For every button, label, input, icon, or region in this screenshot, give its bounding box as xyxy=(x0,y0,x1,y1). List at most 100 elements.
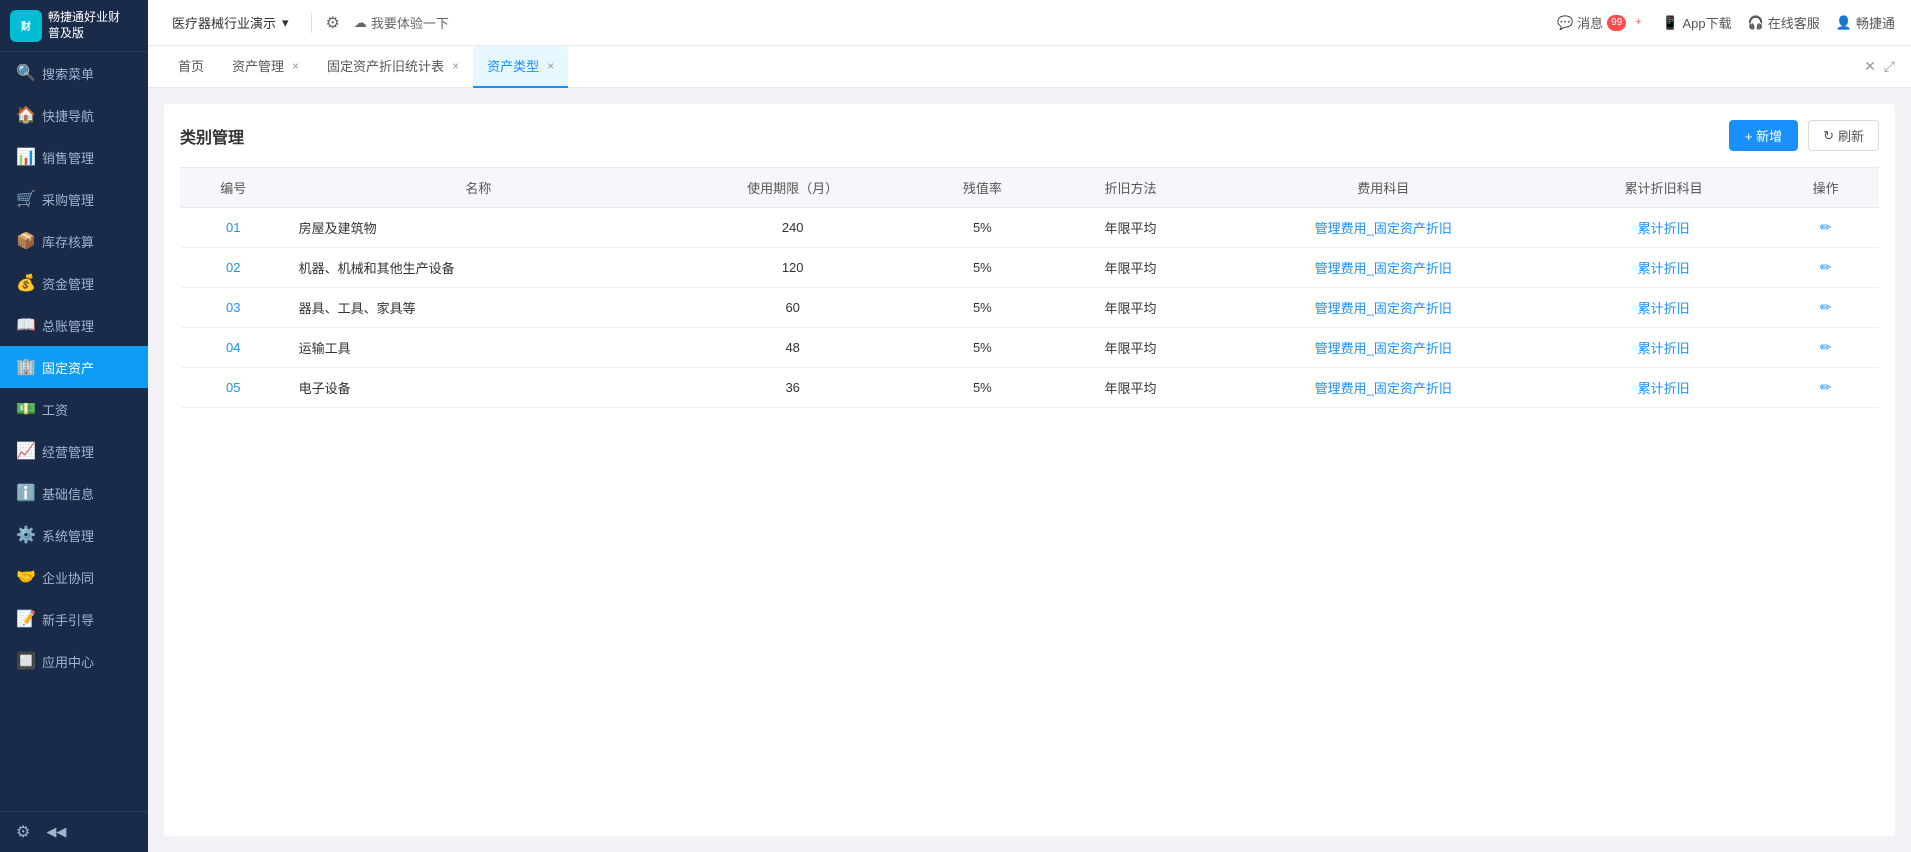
sidebar-item-system[interactable]: ⚙️系统管理 xyxy=(0,514,148,556)
messages-badge: 99 xyxy=(1607,15,1626,31)
messages-label: 消息 xyxy=(1577,13,1603,32)
cell-accumulated-1: 累计折旧 xyxy=(1555,248,1772,288)
topbar-gear-icon[interactable]: ⚙ xyxy=(326,13,340,33)
table-header: 编号名称使用期限（月）残值率折旧方法费用科目累计折旧科目操作 xyxy=(180,168,1879,208)
module-selector[interactable]: 医疗器械行业演示 ▾ xyxy=(164,9,297,36)
tabs-right-actions: ✕ ⤢ xyxy=(1864,58,1895,75)
sidebar-item-label-basic-info: 基础信息 xyxy=(42,484,94,503)
table-header-row: 编号名称使用期限（月）残值率折旧方法费用科目累计折旧科目操作 xyxy=(180,168,1879,208)
cell-id-0[interactable]: 01 xyxy=(180,208,287,248)
sidebar-item-label-enterprise: 企业协同 xyxy=(42,568,94,587)
user-avatar-button[interactable]: 👤 畅捷通 xyxy=(1836,13,1895,32)
sidebar-item-purchase[interactable]: 🛒采购管理 xyxy=(0,178,148,220)
asset-type-table: 编号名称使用期限（月）残值率折旧方法费用科目累计折旧科目操作 01房屋及建筑物2… xyxy=(180,167,1879,408)
cell-residual-4: 5% xyxy=(915,368,1049,408)
cell-name-0: 房屋及建筑物 xyxy=(287,208,671,248)
tab-label-depreciation-stats: 固定资产折旧统计表 xyxy=(327,56,444,75)
topbar-right: 💬 消息 99 + 📱 App下载 🎧 在线客服 👤 畅捷通 xyxy=(1557,13,1895,32)
tab-home[interactable]: 首页 xyxy=(164,46,218,88)
sidebar-settings-icon[interactable]: ⚙ xyxy=(16,822,30,842)
sidebar-item-basic-info[interactable]: ℹ️基础信息 xyxy=(0,472,148,514)
cell-action-3[interactable]: ✏ xyxy=(1772,328,1879,368)
cell-action-4[interactable]: ✏ xyxy=(1772,368,1879,408)
trial-button[interactable]: ☁ 我要体验一下 xyxy=(354,13,449,32)
customer-service-button[interactable]: 🎧 在线客服 xyxy=(1748,13,1820,32)
new-button[interactable]: + 新增 xyxy=(1729,120,1798,151)
page-actions: + 新增 ↻ 刷新 xyxy=(1729,120,1879,151)
col-header-2: 使用期限（月） xyxy=(670,168,915,208)
app-download-button[interactable]: 📱 App下载 xyxy=(1662,13,1731,32)
cell-name-4: 电子设备 xyxy=(287,368,671,408)
cell-residual-1: 5% xyxy=(915,248,1049,288)
sidebar-collapse-icon[interactable]: ◀◀ xyxy=(46,824,66,840)
sidebar-item-app-center[interactable]: 🔲应用中心 xyxy=(0,640,148,682)
sidebar-item-salary[interactable]: 💵 工资 xyxy=(0,388,148,430)
tab-asset-mgmt[interactable]: 资产管理× xyxy=(218,46,313,88)
refresh-button[interactable]: ↻ 刷新 xyxy=(1808,120,1879,151)
sidebar-item-icon-sales: 📊 xyxy=(16,147,34,167)
sidebar-item-search[interactable]: 🔍搜索菜单 xyxy=(0,52,148,94)
cell-action-1[interactable]: ✏ xyxy=(1772,248,1879,288)
col-header-4: 折旧方法 xyxy=(1049,168,1211,208)
cell-accumulated-0: 累计折旧 xyxy=(1555,208,1772,248)
refresh-label: 刷新 xyxy=(1838,126,1864,145)
sidebar-nav: 🔍搜索菜单🏠快捷导航📊销售管理🛒采购管理📦库存核算💰资金管理📖总账管理🏢固定资产… xyxy=(0,52,148,811)
tab-close-depreciation-stats[interactable]: × xyxy=(452,59,459,73)
sidebar-item-icon-quick-nav: 🏠 xyxy=(16,105,34,125)
main-content: 类别管理 + 新增 ↻ 刷新 编号名称使用期限（月）残值率折旧方法费用科目累计折… xyxy=(148,88,1911,852)
tab-asset-type[interactable]: 资产类型× xyxy=(473,46,568,88)
cell-period-2: 60 xyxy=(670,288,915,328)
tab-depreciation-stats[interactable]: 固定资产折旧统计表 × xyxy=(313,46,473,88)
cell-expense-3: 管理费用_固定资产折旧 xyxy=(1211,328,1555,368)
cell-expense-4: 管理费用_固定资产折旧 xyxy=(1211,368,1555,408)
cell-method-1: 年限平均 xyxy=(1049,248,1211,288)
sidebar-item-funds[interactable]: 💰资金管理 xyxy=(0,262,148,304)
tab-expand-icon[interactable]: ⤢ xyxy=(1884,58,1895,75)
sidebar-item-fixed-assets[interactable]: 🏢固定资产 xyxy=(0,346,148,388)
cell-id-3[interactable]: 04 xyxy=(180,328,287,368)
sidebar-item-ledger[interactable]: 📖总账管理 xyxy=(0,304,148,346)
app-download-icon: 📱 xyxy=(1662,15,1678,31)
page-header: 类别管理 + 新增 ↻ 刷新 xyxy=(180,120,1879,151)
customer-service-icon: 🎧 xyxy=(1748,15,1764,31)
cell-id-1[interactable]: 02 xyxy=(180,248,287,288)
col-header-5: 费用科目 xyxy=(1211,168,1555,208)
sidebar-item-icon-salary: 💵 xyxy=(16,399,34,419)
sidebar-item-label-fixed-assets: 固定资产 xyxy=(42,358,94,377)
module-arrow-icon: ▾ xyxy=(282,15,289,31)
tab-close-asset-type[interactable]: × xyxy=(547,59,554,73)
sidebar-item-guide[interactable]: 📝新手引导 xyxy=(0,598,148,640)
customer-service-label: 在线客服 xyxy=(1768,13,1820,32)
sidebar-item-icon-app-center: 🔲 xyxy=(16,651,34,671)
trial-label: 我要体验一下 xyxy=(371,13,449,32)
cell-action-0[interactable]: ✏ xyxy=(1772,208,1879,248)
sidebar-item-label-salary: 工资 xyxy=(42,400,68,419)
sidebar-item-sales[interactable]: 📊销售管理 xyxy=(0,136,148,178)
user-name-label: 畅捷通 xyxy=(1856,13,1895,32)
sidebar-item-operations[interactable]: 📈经营管理 xyxy=(0,430,148,472)
cell-id-4[interactable]: 05 xyxy=(180,368,287,408)
sidebar-item-enterprise[interactable]: 🤝企业协同 xyxy=(0,556,148,598)
topbar: 医疗器械行业演示 ▾ ⚙ ☁ 我要体验一下 💬 消息 99 + 📱 App下载 … xyxy=(148,0,1911,46)
sidebar-item-label-search: 搜索菜单 xyxy=(42,64,94,83)
messages-button[interactable]: 💬 消息 99 + xyxy=(1557,13,1646,32)
sidebar-item-icon-purchase: 🛒 xyxy=(16,189,34,209)
col-header-0: 编号 xyxy=(180,168,287,208)
tab-close-asset-mgmt[interactable]: × xyxy=(292,59,299,73)
cell-name-3: 运输工具 xyxy=(287,328,671,368)
col-header-7: 操作 xyxy=(1772,168,1879,208)
cell-action-2[interactable]: ✏ xyxy=(1772,288,1879,328)
sidebar-item-label-system: 系统管理 xyxy=(42,526,94,545)
tab-close-icon[interactable]: ✕ xyxy=(1864,58,1876,75)
cell-period-4: 36 xyxy=(670,368,915,408)
cell-period-0: 240 xyxy=(670,208,915,248)
sidebar-item-inventory[interactable]: 📦库存核算 xyxy=(0,220,148,262)
cell-accumulated-3: 累计折旧 xyxy=(1555,328,1772,368)
logo-text: 畅捷通好业财 普及版 xyxy=(48,10,120,41)
page-container: 类别管理 + 新增 ↻ 刷新 编号名称使用期限（月）残值率折旧方法费用科目累计折… xyxy=(164,104,1895,836)
cell-residual-2: 5% xyxy=(915,288,1049,328)
table-row: 01房屋及建筑物2405%年限平均管理费用_固定资产折旧累计折旧✏ xyxy=(180,208,1879,248)
sidebar-item-quick-nav[interactable]: 🏠快捷导航 xyxy=(0,94,148,136)
cell-id-2[interactable]: 03 xyxy=(180,288,287,328)
topbar-divider xyxy=(311,13,312,33)
